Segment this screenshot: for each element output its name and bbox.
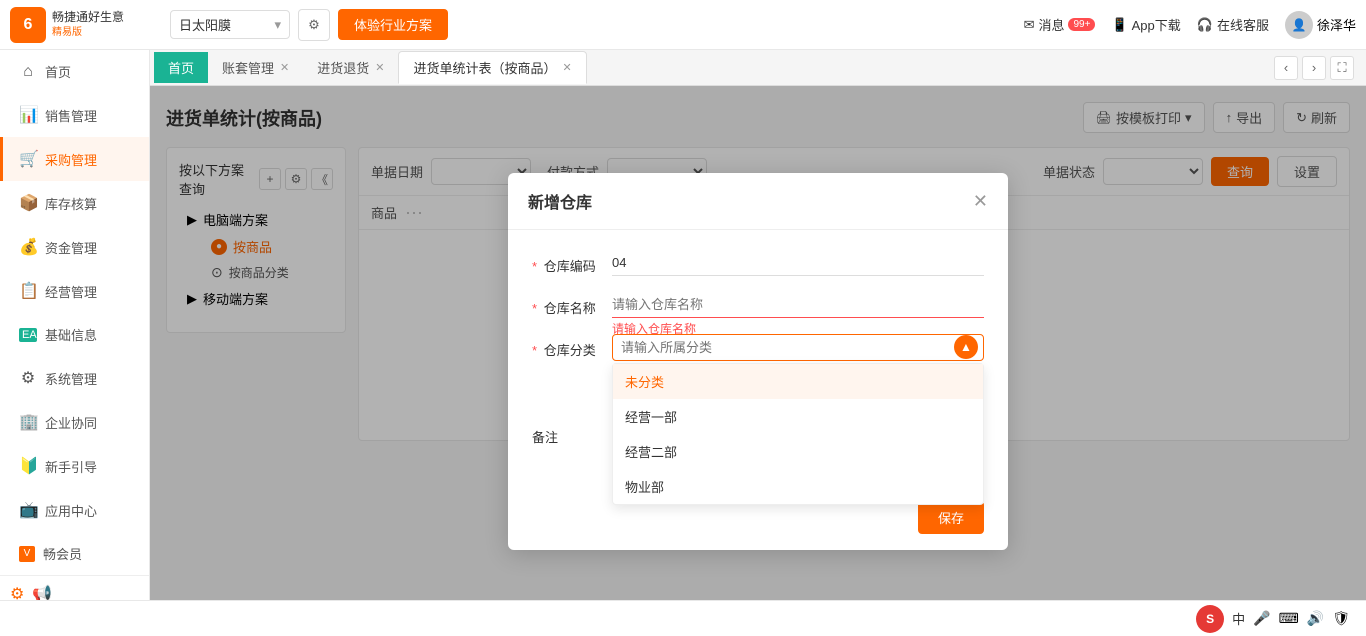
form-row-name: * 仓库名称 请输入仓库名称 [532, 292, 984, 318]
tab-purchase-stats[interactable]: 进货单统计表（按商品） ✕ [398, 51, 586, 84]
sidebar-item-enterprise[interactable]: 🏢 企业协同 [0, 400, 149, 444]
messages-item[interactable]: ✉ 消息 99+ [1024, 15, 1096, 34]
tab-purchase-return[interactable]: 进货退货 ✕ [303, 52, 398, 83]
sidebar-item-system[interactable]: ⚙ 系统管理 [0, 356, 149, 400]
classify-wrapper: ▲ 未分类 经营一部 经营二部 物业部 [612, 334, 984, 361]
code-input[interactable] [612, 250, 984, 276]
form-row-classify: * 仓库分类 ▲ 未分类 经营一部 经营二部 物业部 [532, 334, 984, 361]
tab-close-account[interactable]: ✕ [280, 61, 289, 74]
headset-icon: 🎧 [1197, 17, 1213, 33]
logo-icon: 6 [10, 7, 46, 43]
topbar-right: ✉ 消息 99+ 📱 App下载 🎧 在线客服 👤 徐泽华 [1024, 11, 1356, 39]
modal-overlay: 新增仓库 ✕ * 仓库编码 [150, 86, 1366, 636]
form-row-code: * 仓库编码 [532, 250, 984, 276]
sidebar-item-guide[interactable]: 🔰 新手引导 [0, 444, 149, 488]
tab-close-purchase-return[interactable]: ✕ [375, 61, 384, 74]
guide-icon: 🔰 [19, 456, 37, 476]
trial-button[interactable]: 体验行业方案 [338, 9, 448, 40]
store-selector[interactable]: 日太阳膜 ▾ [170, 10, 290, 39]
topbar: 6 畅捷通好生意 精易版 日太阳膜 ▾ ⚙ 体验行业方案 ✉ 消息 99+ 📱 … [0, 0, 1366, 50]
sidebar-item-inventory[interactable]: 📦 库存核算 [0, 181, 149, 225]
purchase-icon: 🛒 [19, 149, 37, 169]
status-bar: S 中 🎤 ⌨ 🔊 🛡 [0, 600, 1366, 636]
sales-icon: 📊 [19, 105, 37, 125]
sidebar-item-apps[interactable]: 📺 应用中心 [0, 488, 149, 532]
system-icon: ⚙ [19, 368, 37, 388]
sidebar-item-basic-info[interactable]: EA 基础信息 [0, 313, 149, 356]
code-label: * 仓库编码 [532, 250, 612, 275]
logo-area: 6 畅捷通好生意 精易版 [10, 7, 160, 43]
store-dropdown-arrow: ▾ [274, 17, 281, 33]
app-download-item[interactable]: 📱 App下载 [1111, 15, 1180, 34]
content-area: 首页 账套管理 ✕ 进货退货 ✕ 进货单统计表（按商品） ✕ ‹ › ⛶ [150, 50, 1366, 636]
notification-badge: 99+ [1068, 18, 1095, 31]
tab-expand[interactable]: ⛶ [1330, 56, 1354, 80]
save-button[interactable]: 保存 [918, 501, 984, 534]
main-layout: ⌂ 首页 📊 销售管理 🛒 采购管理 📦 库存核算 💰 资金管理 📋 经营管理 … [0, 50, 1366, 636]
tab-close-purchase-stats[interactable]: ✕ [563, 61, 572, 74]
name-label: * 仓库名称 [532, 292, 612, 317]
logo-text: 畅捷通好生意 精易版 [52, 10, 124, 39]
sidebar-item-home[interactable]: ⌂ 首页 [0, 50, 149, 93]
sidebar-item-member[interactable]: V 畅会员 [0, 532, 149, 575]
tab-scroll-right[interactable]: › [1302, 56, 1326, 80]
settings-icon[interactable]: ⚙ [298, 9, 330, 41]
bottom-mic-icon: 🎤 [1253, 610, 1270, 627]
sidebar-item-sales[interactable]: 📊 销售管理 [0, 93, 149, 137]
modal-title: 新增仓库 [528, 189, 973, 213]
inventory-icon: 📦 [19, 193, 37, 213]
bottom-icon-s: S [1196, 605, 1224, 633]
classify-input[interactable] [612, 334, 984, 361]
phone-icon: 📱 [1111, 17, 1127, 33]
remark-label: 备注 [532, 421, 612, 446]
bottom-keyboard-icon: ⌨ [1279, 610, 1299, 627]
operations-icon: 📋 [19, 281, 37, 301]
bottom-speaker-icon: 🔊 [1307, 610, 1324, 627]
home-icon: ⌂ [19, 63, 37, 81]
tab-scroll-left[interactable]: ‹ [1274, 56, 1298, 80]
sidebar: ⌂ 首页 📊 销售管理 🛒 采购管理 📦 库存核算 💰 资金管理 📋 经营管理 … [0, 50, 150, 636]
enterprise-icon: 🏢 [19, 412, 37, 432]
dropdown-item-dept3[interactable]: 物业部 [613, 469, 983, 504]
modal-header: 新增仓库 ✕ [508, 173, 1008, 230]
finance-icon: 💰 [19, 237, 37, 257]
classify-label: * 仓库分类 [532, 334, 612, 359]
modal-close-button[interactable]: ✕ [973, 192, 988, 210]
classify-toggle-btn[interactable]: ▲ [954, 335, 978, 359]
page-content: 进货单统计(按商品) 🖨 按模板打印 ▾ ↑ 导出 ↻ 刷新 [150, 86, 1366, 636]
dropdown-item-dept2[interactable]: 经营二部 [613, 434, 983, 469]
bottom-shield-icon: 🛡 [1332, 610, 1350, 627]
sidebar-item-purchase[interactable]: 🛒 采购管理 [0, 137, 149, 181]
avatar: 👤 [1285, 11, 1313, 39]
modal-new-warehouse: 新增仓库 ✕ * 仓库编码 [508, 173, 1008, 550]
name-input[interactable] [612, 292, 984, 318]
sidebar-item-finance[interactable]: 💰 资金管理 [0, 225, 149, 269]
dropdown-item-dept1[interactable]: 经营一部 [613, 399, 983, 434]
tabbar-actions: ‹ › ⛶ [1266, 56, 1362, 80]
member-icon: V [19, 546, 35, 562]
online-service-item[interactable]: 🎧 在线客服 [1197, 15, 1269, 34]
basic-info-icon: EA [19, 328, 37, 342]
dropdown-item-unclassified[interactable]: 未分类 [613, 364, 983, 399]
tab-account[interactable]: 账套管理 ✕ [208, 52, 303, 83]
tabbar: 首页 账套管理 ✕ 进货退货 ✕ 进货单统计表（按商品） ✕ ‹ › ⛶ [150, 50, 1366, 86]
message-icon: ✉ [1024, 17, 1035, 33]
modal-body: * 仓库编码 * 仓库名称 [508, 230, 1008, 489]
tab-home[interactable]: 首页 [154, 52, 208, 83]
classify-dropdown: 未分类 经营一部 经营二部 物业部 [612, 363, 984, 505]
bottom-chinese-icon: 中 [1232, 609, 1245, 628]
apps-icon: 📺 [19, 500, 37, 520]
user-avatar-area[interactable]: 👤 徐泽华 [1285, 11, 1356, 39]
sidebar-item-operations[interactable]: 📋 经营管理 [0, 269, 149, 313]
